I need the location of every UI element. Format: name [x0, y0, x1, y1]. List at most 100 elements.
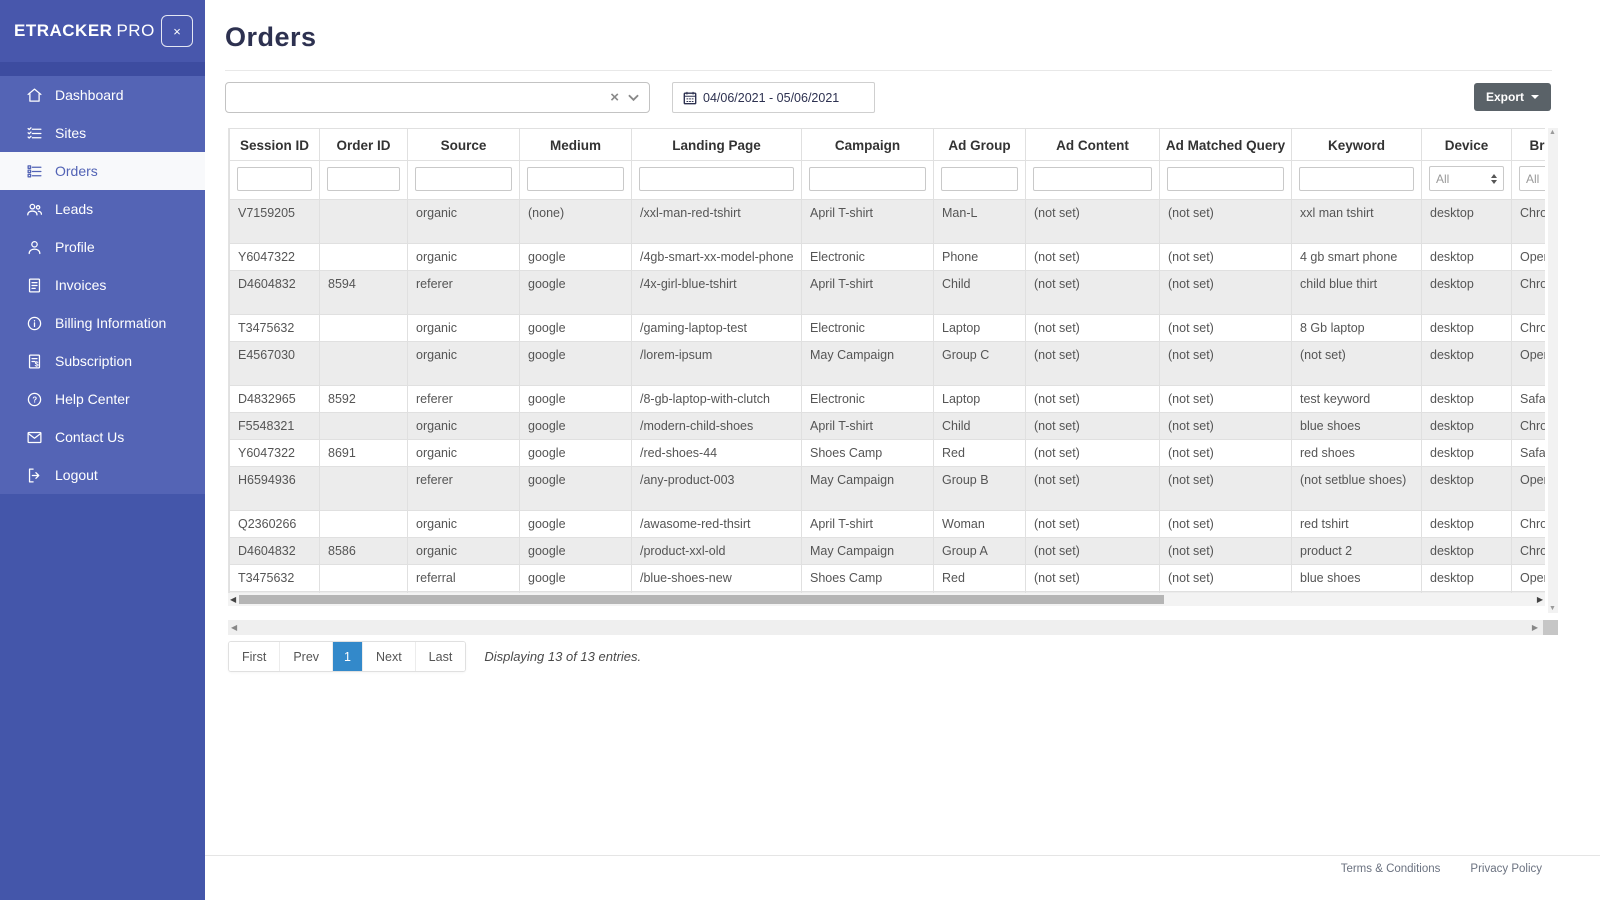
column-header-ad-matched-query[interactable]: Ad Matched Query: [1159, 128, 1292, 161]
ordered-list-icon: [26, 163, 43, 180]
filter-input-medium[interactable]: [527, 166, 624, 191]
cell: Electronic: [801, 314, 934, 342]
table-vertical-scrollbar[interactable]: ▲ ▼: [1548, 128, 1558, 613]
scroll-left-icon[interactable]: ◀: [230, 593, 236, 606]
filter-input-landing-page[interactable]: [639, 166, 794, 191]
sidebar-item-logout[interactable]: Logout: [0, 456, 205, 494]
filter-input-order-id[interactable]: [327, 166, 400, 191]
cell: (not set): [1159, 564, 1292, 592]
cell: (not set): [1159, 466, 1292, 511]
cell: Group C: [933, 341, 1026, 386]
cell: (not set): [1025, 564, 1160, 592]
cell: referer: [407, 466, 520, 511]
sidebar-item-sites[interactable]: Sites: [0, 114, 205, 152]
outer-scroll-right-icon[interactable]: ▶: [1532, 621, 1538, 634]
cell: Group B: [933, 466, 1026, 511]
filter-select-device[interactable]: All: [1429, 166, 1504, 191]
pagination-last-button[interactable]: Last: [415, 642, 466, 671]
sidebar-item-contact-us[interactable]: Contact Us: [0, 418, 205, 456]
sidebar-item-orders[interactable]: Orders: [0, 152, 205, 190]
info-circle-icon: [26, 315, 43, 332]
cell: [319, 510, 408, 538]
horizontal-scroll-thumb[interactable]: [239, 595, 1164, 604]
sidebar-close-button[interactable]: ×: [161, 15, 193, 47]
column-header-ad-content[interactable]: Ad Content: [1025, 128, 1160, 161]
column-header-order-id[interactable]: Order ID: [319, 128, 408, 161]
export-button[interactable]: Export: [1473, 83, 1551, 111]
table-horizontal-scrollbar[interactable]: ◀ ▶: [228, 593, 1545, 606]
cell: [319, 341, 408, 386]
chevron-down-icon[interactable]: [628, 94, 639, 102]
sidebar-item-label: Orders: [55, 163, 98, 179]
sidebar-item-subscription[interactable]: $ Subscription: [0, 342, 205, 380]
column-header-ad-group[interactable]: Ad Group: [933, 128, 1026, 161]
column-header-campaign[interactable]: Campaign: [801, 128, 934, 161]
pagination-next-button[interactable]: Next: [362, 642, 416, 671]
cell: organic: [407, 537, 520, 565]
person-icon: [26, 239, 43, 256]
filter-select-browser[interactable]: All: [1519, 166, 1545, 191]
column-header-landing-page[interactable]: Landing Page: [631, 128, 802, 161]
filter-input-ad-group[interactable]: [941, 166, 1018, 191]
pagination-page-1-button[interactable]: 1: [333, 642, 363, 671]
select-clear-icon[interactable]: ×: [610, 90, 619, 105]
cell: /lorem-ipsum: [631, 341, 802, 386]
filter-input-ad-content[interactable]: [1033, 166, 1152, 191]
outer-horizontal-scrollbar[interactable]: ◀ ▶: [228, 620, 1558, 635]
sidebar-item-dashboard[interactable]: Dashboard: [0, 76, 205, 114]
cell: May Campaign: [801, 341, 934, 386]
cell: (not set): [1159, 341, 1292, 386]
column-header-session-id[interactable]: Session ID: [229, 128, 320, 161]
column-header-medium[interactable]: Medium: [519, 128, 632, 161]
pagination-first-button[interactable]: First: [229, 642, 281, 671]
outer-scroll-thumb[interactable]: [1543, 620, 1558, 635]
cell: (not set): [1291, 341, 1422, 386]
sidebar-item-label: Contact Us: [55, 429, 125, 445]
column-header-keyword[interactable]: Keyword: [1291, 128, 1422, 161]
sidebar-item-billing-information[interactable]: Billing Information: [0, 304, 205, 342]
filter-input-session-id[interactable]: [237, 166, 312, 191]
sidebar-item-help-center[interactable]: ? Help Center: [0, 380, 205, 418]
sidebar-item-invoices[interactable]: Invoices: [0, 266, 205, 304]
svg-text:?: ?: [32, 395, 37, 404]
pagination-prev-button[interactable]: Prev: [280, 642, 334, 671]
svg-text:$: $: [35, 360, 39, 368]
filter-input-campaign[interactable]: [809, 166, 926, 191]
cell: (not setblue shoes): [1291, 466, 1422, 511]
column-header-browser[interactable]: Browser: [1511, 128, 1545, 161]
terms-link[interactable]: Terms & Conditions: [1341, 863, 1441, 875]
table-header-row: Session ID Order ID Source Medium Landing Pa…: [229, 128, 1545, 161]
table-row: H6594936 referer google/any-product-003 May…: [229, 466, 1545, 511]
cell: google: [519, 412, 632, 440]
sidebar-item-profile[interactable]: Profile: [0, 228, 205, 266]
scroll-up-icon[interactable]: ▲: [1549, 129, 1556, 136]
scroll-down-icon[interactable]: ▼: [1549, 605, 1556, 612]
cell: google: [519, 270, 632, 315]
filter-cell: [801, 160, 934, 200]
cell: Shoes Camp: [801, 564, 934, 592]
pagination-group: First Prev 1 Next Last: [228, 641, 467, 672]
cell: (not set): [1159, 270, 1292, 315]
cell: desktop: [1421, 199, 1512, 244]
scroll-right-icon[interactable]: ▶: [1537, 593, 1543, 606]
cell: H6594936: [229, 466, 320, 511]
filter-input-keyword[interactable]: [1299, 166, 1414, 191]
sidebar-item-leads[interactable]: Leads: [0, 190, 205, 228]
cell: (none): [519, 199, 632, 244]
site-filter-select[interactable]: ×: [225, 82, 650, 113]
filter-input-source[interactable]: [415, 166, 512, 191]
outer-scroll-left-icon[interactable]: ◀: [231, 621, 237, 634]
select-updown-icon: [1491, 173, 1497, 184]
filter-input-ad-matched-query[interactable]: [1167, 166, 1284, 191]
cell: /product-xxl-old: [631, 537, 802, 565]
cell: (not set): [1159, 243, 1292, 271]
cell: google: [519, 439, 632, 467]
date-range-input[interactable]: 04/06/2021 - 05/06/2021: [672, 82, 875, 113]
column-header-source[interactable]: Source: [407, 128, 520, 161]
privacy-link[interactable]: Privacy Policy: [1470, 863, 1542, 875]
cell: 8594: [319, 270, 408, 315]
column-header-device[interactable]: Device: [1421, 128, 1512, 161]
table-row: D4604832 8586 organic google/product-xxl-ol…: [229, 537, 1545, 565]
cell: [319, 564, 408, 592]
filter-cell: All: [1511, 160, 1545, 200]
